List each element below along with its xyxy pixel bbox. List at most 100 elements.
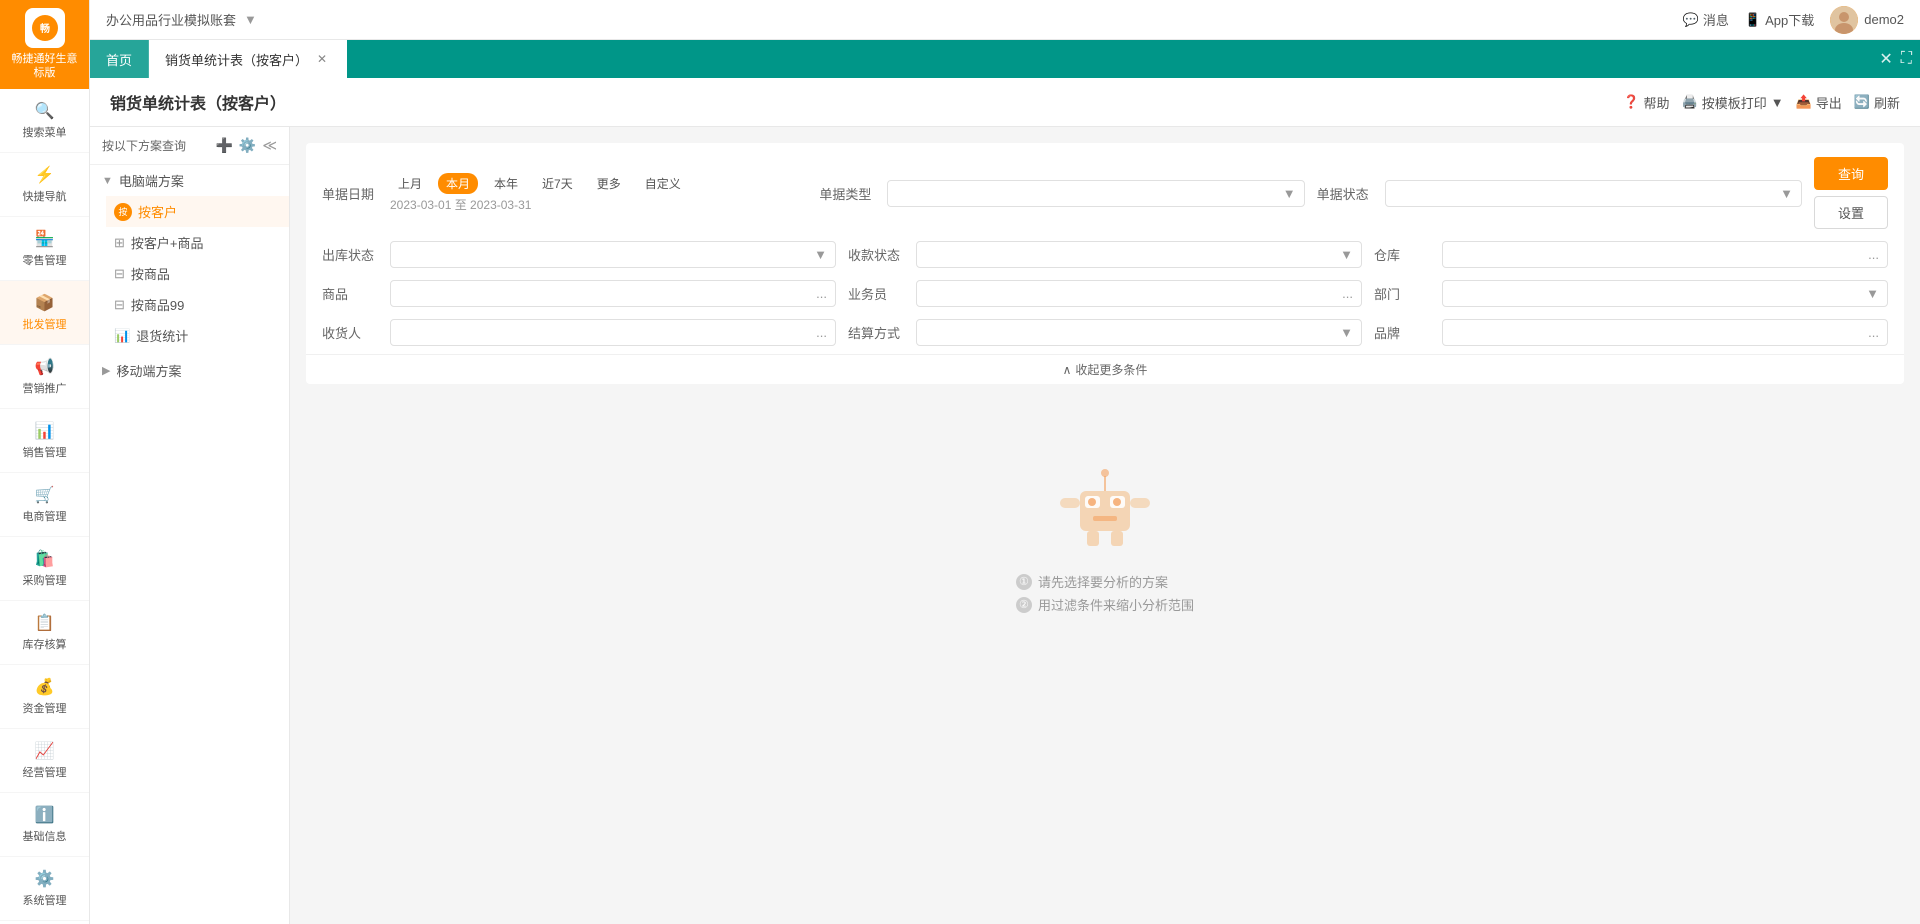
receipt-select[interactable]: ▼ xyxy=(916,241,1362,268)
settings-scheme-icon[interactable]: ⚙️ xyxy=(239,137,256,154)
goods-row: 商品 ... xyxy=(322,280,836,307)
warehouse-dots[interactable]: ... xyxy=(1868,247,1879,262)
outbound-arrow: ▼ xyxy=(814,247,827,262)
app-download-btn[interactable]: 📱 App下载 xyxy=(1745,10,1814,29)
warehouse-input[interactable]: ... xyxy=(1442,241,1888,268)
add-scheme-icon[interactable]: ➕ xyxy=(215,137,232,154)
tree-item-by-customer[interactable]: 按 按客户 xyxy=(106,196,289,227)
sidebar-item-operation[interactable]: 📈 经营管理 xyxy=(0,729,89,793)
brand-dots[interactable]: ... xyxy=(1868,325,1879,340)
top-header: 办公用品行业模拟账套 ▼ 💬 消息 📱 App下载 de xyxy=(90,0,1920,40)
marketing-icon: 📢 xyxy=(35,357,55,377)
query-button[interactable]: 查询 xyxy=(1814,157,1888,190)
sidebar-item-purchase-label: 采购管理 xyxy=(23,572,67,588)
by-customer-product-icon: ⊞ xyxy=(114,235,125,251)
salesperson-input[interactable]: ... xyxy=(916,280,1362,307)
basic-icon: ℹ️ xyxy=(35,805,55,825)
sidebar-item-marketing[interactable]: 📢 营销推广 xyxy=(0,345,89,409)
help-btn[interactable]: ❓ 帮助 xyxy=(1623,93,1669,112)
order-status-arrow: ▼ xyxy=(1780,186,1793,201)
tree-group-desktop[interactable]: ▼ 电脑端方案 xyxy=(90,165,289,196)
ecommerce-icon: 🛒 xyxy=(35,485,55,505)
tab-sales-stat[interactable]: 销货单统计表（按客户） ✕ xyxy=(149,40,347,78)
sidebar-logo[interactable]: 畅 畅捷通好生意 标版 xyxy=(0,0,89,89)
by-customer-product-label: 按客户+商品 xyxy=(131,233,204,252)
export-btn[interactable]: 📤 导出 xyxy=(1796,93,1842,112)
date-tab-more[interactable]: 更多 xyxy=(589,173,629,194)
salesperson-row: 业务员 ... xyxy=(848,280,1362,307)
tree-item-return-stat[interactable]: 📊 退货统计 xyxy=(106,320,289,351)
refresh-btn[interactable]: 🔄 刷新 xyxy=(1854,93,1900,112)
settlement-label: 结算方式 xyxy=(848,323,908,342)
tab-close-window-icon[interactable]: ✕ xyxy=(1879,49,1892,69)
department-select[interactable]: ▼ xyxy=(1442,280,1888,307)
messages-btn[interactable]: 💬 消息 xyxy=(1683,10,1729,29)
print-dropdown-icon[interactable]: ▼ xyxy=(1771,95,1784,110)
sidebar-item-wholesale[interactable]: 📦 批发管理 xyxy=(0,281,89,345)
sidebar-item-sales[interactable]: 📊 销售管理 xyxy=(0,409,89,473)
date-tab-custom[interactable]: 自定义 xyxy=(637,173,689,194)
sidebar-item-ecommerce[interactable]: 🛒 电商管理 xyxy=(0,473,89,537)
tip-text-1: 请先选择要分析的方案 xyxy=(1038,572,1168,591)
department-arrow: ▼ xyxy=(1866,286,1879,301)
tab-close-icon[interactable]: ✕ xyxy=(314,51,330,67)
settings-button[interactable]: 设置 xyxy=(1814,196,1888,229)
user-btn[interactable]: demo2 xyxy=(1830,6,1904,34)
filter-row-2: 出库状态 ▼ 收款状态 ▼ xyxy=(322,241,1888,268)
action-buttons-col: 查询 设置 xyxy=(1814,157,1888,229)
collapse-panel-icon[interactable]: ≪ xyxy=(262,137,277,154)
goods-dots[interactable]: ... xyxy=(816,286,827,301)
by-product-icon: ⊟ xyxy=(114,266,125,282)
outbound-select[interactable]: ▼ xyxy=(390,241,836,268)
print-btn[interactable]: 🖨️ 按模板打印 ▼ xyxy=(1682,93,1784,112)
dropdown-arrow[interactable]: ▼ xyxy=(244,12,257,27)
collapse-bar[interactable]: ∧ 收起更多条件 xyxy=(306,354,1904,384)
warehouse-label: 仓库 xyxy=(1374,245,1434,264)
by-customer-label: 按客户 xyxy=(138,202,177,221)
message-icon: 💬 xyxy=(1683,12,1699,28)
warehouse-row: 仓库 ... xyxy=(1374,241,1888,268)
sidebar-item-inventory[interactable]: 📋 库存核算 xyxy=(0,601,89,665)
empty-state: ① 请先选择要分析的方案 ② 用过滤条件来缩小分析范围 xyxy=(306,396,1904,678)
tree-group-mobile[interactable]: ▶ 移动端方案 xyxy=(90,355,289,386)
outbound-label: 出库状态 xyxy=(322,245,382,264)
sidebar-item-system[interactable]: ⚙️ 系统管理 xyxy=(0,857,89,921)
logo-icon: 畅 xyxy=(25,8,65,48)
date-tab-7days[interactable]: 近7天 xyxy=(534,173,581,194)
date-tab-this-year[interactable]: 本年 xyxy=(486,173,526,194)
department-label: 部门 xyxy=(1374,284,1434,303)
header-left: 办公用品行业模拟账套 ▼ xyxy=(106,10,257,29)
tab-expand-icon[interactable]: ⛶ xyxy=(1901,50,1912,68)
sidebar-item-finance[interactable]: 💰 资金管理 xyxy=(0,665,89,729)
sidebar-item-basic[interactable]: ℹ️ 基础信息 xyxy=(0,793,89,857)
receiver-input[interactable]: ... xyxy=(390,319,836,346)
settlement-select[interactable]: ▼ xyxy=(916,319,1362,346)
sidebar-item-enterprise[interactable]: 🏢 企业协同 xyxy=(0,921,89,924)
brand-input[interactable]: ... xyxy=(1442,319,1888,346)
sidebar-item-retail[interactable]: 🏪 零售管理 xyxy=(0,217,89,281)
date-tab-this-month[interactable]: 本月 xyxy=(438,173,478,194)
order-type-row: 单据类型 ▼ xyxy=(819,180,1304,207)
salesperson-dots[interactable]: ... xyxy=(1342,286,1353,301)
sidebar-item-search[interactable]: 🔍 搜索菜单 xyxy=(0,89,89,153)
receiver-dots[interactable]: ... xyxy=(816,325,827,340)
return-stat-icon: 📊 xyxy=(114,328,130,344)
page-header-actions: ❓ 帮助 🖨️ 按模板打印 ▼ 📤 导出 🔄 刷新 xyxy=(1623,93,1900,112)
sidebar-item-quick-nav[interactable]: ⚡ 快捷导航 xyxy=(0,153,89,217)
refresh-icon: 🔄 xyxy=(1854,94,1870,110)
filter-section: 单据日期 上月 本月 本年 近7天 更多 自定义 xyxy=(306,143,1904,384)
tree-item-by-product[interactable]: ⊟ 按商品 xyxy=(106,258,289,289)
order-type-select[interactable]: ▼ xyxy=(887,180,1304,207)
tree-item-by-customer-product[interactable]: ⊞ 按客户+商品 xyxy=(106,227,289,258)
sidebar-item-purchase[interactable]: 🛍️ 采购管理 xyxy=(0,537,89,601)
empty-tips: ① 请先选择要分析的方案 ② 用过滤条件来缩小分析范围 xyxy=(1016,568,1194,618)
date-tab-last-month[interactable]: 上月 xyxy=(390,173,430,194)
tree-item-by-product-99[interactable]: ⊟ 按商品99 xyxy=(106,289,289,320)
tab-home[interactable]: 首页 xyxy=(90,40,149,78)
svg-text:畅: 畅 xyxy=(40,22,50,35)
goods-input[interactable]: ... xyxy=(390,280,836,307)
date-label: 单据日期 xyxy=(322,184,382,203)
order-status-select[interactable]: ▼ xyxy=(1385,180,1802,207)
tree-arrow-mobile: ▶ xyxy=(102,364,110,377)
purchase-icon: 🛍️ xyxy=(35,549,55,569)
